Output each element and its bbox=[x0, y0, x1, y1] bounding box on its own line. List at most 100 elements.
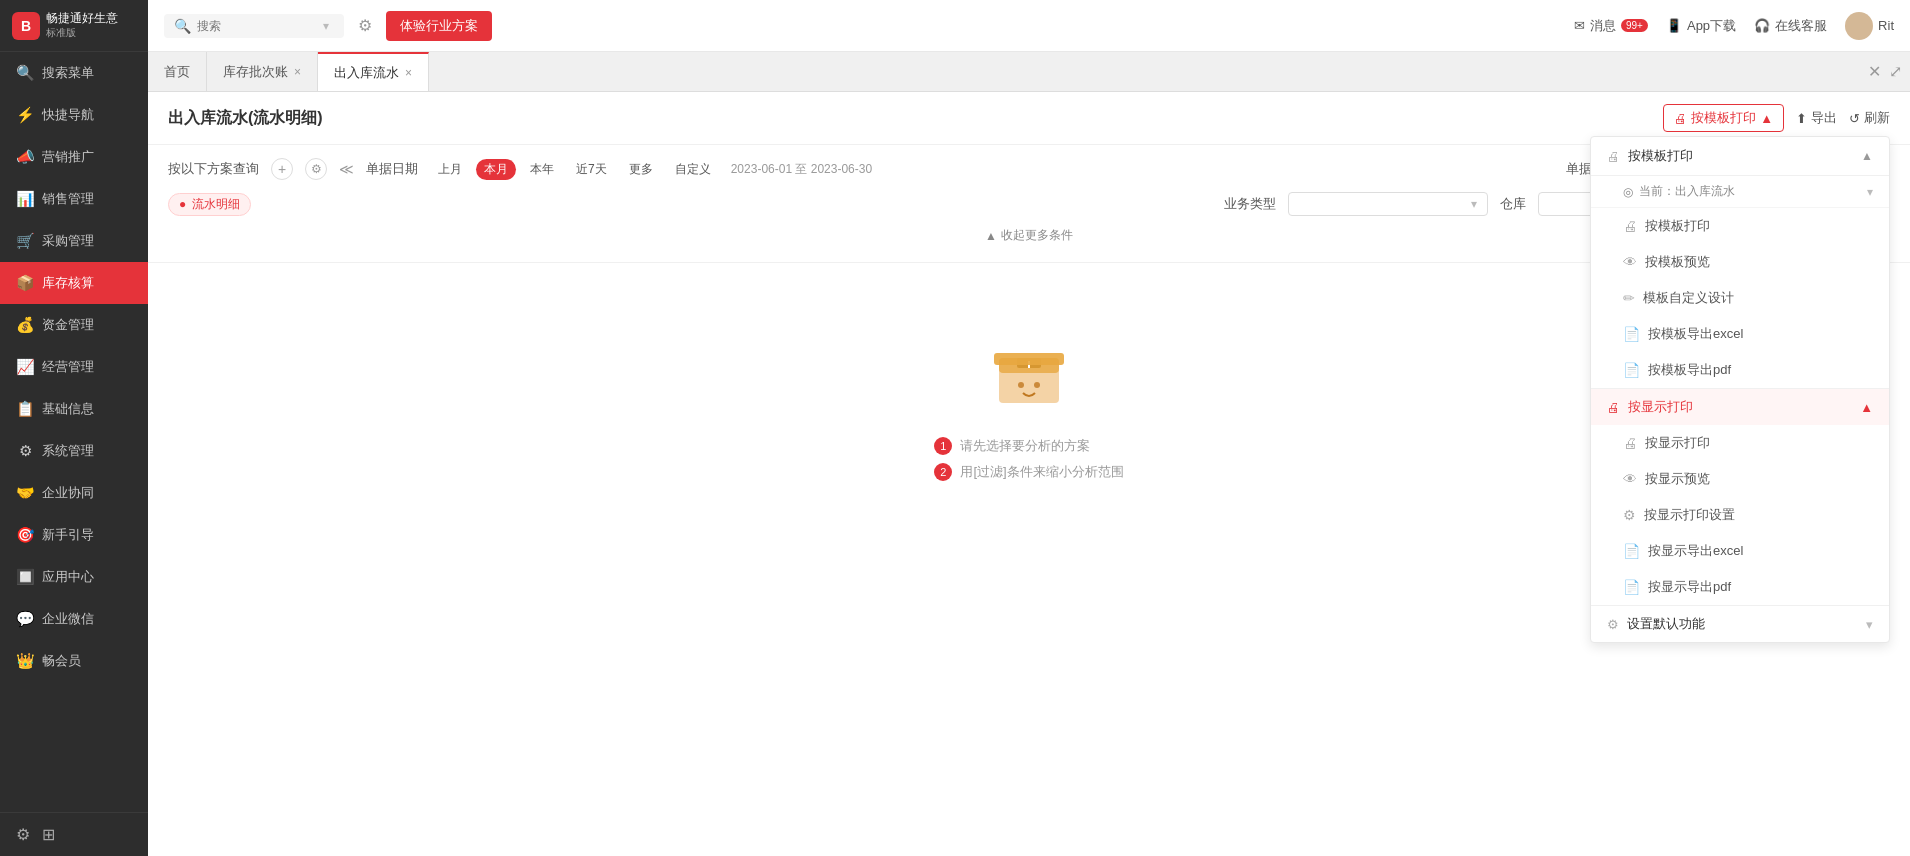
display-preview-label: 按显示预览 bbox=[1645, 470, 1710, 488]
tab-batch-account-close[interactable]: × bbox=[294, 66, 301, 78]
current-template-indicator: ◎ 当前：出入库流水 ▾ bbox=[1591, 176, 1889, 208]
display-print-header-icon: 🖨 bbox=[1607, 400, 1620, 415]
dropdown-item-display-print[interactable]: 🖨 按显示打印 bbox=[1591, 425, 1889, 461]
date-btn-more[interactable]: 更多 bbox=[621, 159, 661, 180]
tab-home-label: 首页 bbox=[164, 63, 190, 81]
svg-point-5 bbox=[1018, 382, 1024, 388]
sidebar-item-search[interactable]: 🔍 搜索菜单 bbox=[0, 52, 148, 94]
tab-flow[interactable]: 出入库流水 × bbox=[318, 52, 429, 91]
template-custom-icon: ✏ bbox=[1623, 290, 1635, 306]
sidebar-item-app-center[interactable]: 🔲 应用中心 bbox=[0, 556, 148, 598]
date-btn-7-days[interactable]: 近7天 bbox=[568, 159, 615, 180]
date-btn-this-year[interactable]: 本年 bbox=[522, 159, 562, 180]
print-template-button[interactable]: 🖨 按模板打印 ▲ bbox=[1663, 104, 1784, 132]
sidebar-item-wechat[interactable]: 💬 企业微信 bbox=[0, 598, 148, 640]
message-button[interactable]: ✉ 消息 99+ bbox=[1574, 17, 1648, 35]
sidebar-bottom: ⚙ ⊞ bbox=[0, 812, 148, 856]
filter-settings-button[interactable]: ⚙ bbox=[305, 158, 327, 180]
sidebar-label-member: 畅会员 bbox=[42, 652, 81, 670]
sidebar-label-purchase: 采购管理 bbox=[42, 232, 94, 250]
dropdown-item-display-settings[interactable]: ⚙ 按显示打印设置 bbox=[1591, 497, 1889, 533]
sidebar-item-basic[interactable]: 📋 基础信息 bbox=[0, 388, 148, 430]
dropdown-item-display-excel[interactable]: 📄 按显示导出excel bbox=[1591, 533, 1889, 569]
template-pdf-icon: 📄 bbox=[1623, 362, 1640, 378]
template-custom-label: 模板自定义设计 bbox=[1643, 289, 1734, 307]
sidebar-item-finance[interactable]: 💰 资金管理 bbox=[0, 304, 148, 346]
sidebar-item-member[interactable]: 👑 畅会员 bbox=[0, 640, 148, 682]
collapse-more-conditions[interactable]: ▲ 收起更多条件 bbox=[985, 227, 1073, 244]
finance-icon: 💰 bbox=[16, 316, 34, 334]
refresh-button[interactable]: ↺ 刷新 bbox=[1849, 109, 1890, 127]
sidebar-label-sales: 销售管理 bbox=[42, 190, 94, 208]
sidebar-label-guide: 新手引导 bbox=[42, 526, 94, 544]
tab-home[interactable]: 首页 bbox=[148, 52, 207, 91]
sidebar-item-system[interactable]: ⚙ 系统管理 bbox=[0, 430, 148, 472]
search-input[interactable] bbox=[197, 19, 317, 33]
main-area: 🔍 ▾ ⚙ 体验行业方案 ✉ 消息 99+ 📱 App下载 🎧 在线客服 Rit bbox=[148, 0, 1910, 856]
user-name: Rit bbox=[1878, 18, 1894, 33]
filter-tag-item[interactable]: ● 流水明细 bbox=[168, 193, 251, 216]
app-download-button[interactable]: 📱 App下载 bbox=[1666, 17, 1736, 35]
sidebar-item-enterprise[interactable]: 🤝 企业协同 bbox=[0, 472, 148, 514]
enterprise-icon: 🤝 bbox=[16, 484, 34, 502]
biz-type-label: 业务类型 bbox=[1224, 195, 1276, 213]
industry-solution-button[interactable]: 体验行业方案 bbox=[386, 11, 492, 41]
date-btn-last-month[interactable]: 上月 bbox=[430, 159, 470, 180]
tab-batch-account[interactable]: 库存批次账 × bbox=[207, 52, 318, 91]
collapse-up-icon: ▲ bbox=[985, 229, 997, 243]
topbar-gear-icon[interactable]: ⚙ bbox=[358, 16, 372, 35]
wechat-icon: 💬 bbox=[16, 610, 34, 628]
app-center-icon: 🔲 bbox=[16, 568, 34, 586]
export-button[interactable]: ⬆ 导出 bbox=[1796, 109, 1837, 127]
collapse-nav-icon[interactable]: ⊞ bbox=[42, 825, 55, 844]
search-icon: 🔍 bbox=[16, 64, 34, 82]
system-icon: ⚙ bbox=[16, 442, 34, 460]
date-btn-this-month[interactable]: 本月 bbox=[476, 159, 516, 180]
section3-chevron-down: ▾ bbox=[1866, 617, 1873, 632]
dropdown-item-template-preview[interactable]: 👁 按模板预览 bbox=[1591, 244, 1889, 280]
dropdown-item-template-custom[interactable]: ✏ 模板自定义设计 bbox=[1591, 280, 1889, 316]
sidebar-item-inventory[interactable]: 📦 库存核算 bbox=[0, 262, 148, 304]
tab-flow-label: 出入库流水 bbox=[334, 64, 399, 82]
sidebar-logo: B 畅捷通好生意 标准版 bbox=[0, 0, 148, 52]
search-box[interactable]: 🔍 ▾ bbox=[164, 14, 344, 38]
sidebar-item-guide[interactable]: 🎯 新手引导 bbox=[0, 514, 148, 556]
tab-close-all-icon[interactable]: ✕ bbox=[1868, 62, 1881, 81]
dropdown-item-display-pdf[interactable]: 📄 按显示导出pdf bbox=[1591, 569, 1889, 605]
service-icon: 🎧 bbox=[1754, 18, 1770, 33]
sidebar-item-purchase[interactable]: 🛒 采购管理 bbox=[0, 220, 148, 262]
date-filter-group: 上月 本月 本年 近7天 更多 自定义 bbox=[430, 159, 719, 180]
business-type-select[interactable]: ▾ bbox=[1288, 192, 1488, 216]
page-content: 出入库流水(流水明细) 🖨 按模板打印 ▲ ⬆ 导出 ↺ 刷新 bbox=[148, 92, 1910, 856]
display-excel-icon: 📄 bbox=[1623, 543, 1640, 559]
operation-icon: 📈 bbox=[16, 358, 34, 376]
dropdown-section2-header[interactable]: 🖨 按显示打印 ▲ bbox=[1591, 389, 1889, 425]
dropdown-item-display-preview[interactable]: 👁 按显示预览 bbox=[1591, 461, 1889, 497]
tab-expand-icon[interactable]: ⤢ bbox=[1889, 62, 1902, 81]
date-btn-custom[interactable]: 自定义 bbox=[667, 159, 719, 180]
user-avatar-area[interactable]: Rit bbox=[1845, 12, 1894, 40]
settings-gear-icon[interactable]: ⚙ bbox=[16, 825, 30, 844]
user-avatar bbox=[1845, 12, 1873, 40]
dropdown-section1-title: 按模板打印 bbox=[1628, 147, 1693, 165]
dropdown-item-template-print[interactable]: 🖨 按模板打印 bbox=[1591, 208, 1889, 244]
template-preview-icon: 👁 bbox=[1623, 254, 1637, 270]
empty-step-1: 1 请先选择要分析的方案 bbox=[934, 437, 1123, 455]
dropdown-item-template-excel[interactable]: 📄 按模板导出excel bbox=[1591, 316, 1889, 352]
filter-collapse-icon[interactable]: ≪ bbox=[339, 161, 354, 177]
print-header-icon: 🖨 bbox=[1607, 149, 1620, 164]
sidebar-item-quick-nav[interactable]: ⚡ 快捷导航 bbox=[0, 94, 148, 136]
sidebar-item-operation[interactable]: 📈 经营管理 bbox=[0, 346, 148, 388]
filter-add-button[interactable]: + bbox=[271, 158, 293, 180]
dropdown-section1-header[interactable]: 🖨 按模板打印 ▲ bbox=[1591, 137, 1889, 176]
topbar: 🔍 ▾ ⚙ 体验行业方案 ✉ 消息 99+ 📱 App下载 🎧 在线客服 Rit bbox=[148, 0, 1910, 52]
sidebar-item-marketing[interactable]: 📣 营销推广 bbox=[0, 136, 148, 178]
online-service-button[interactable]: 🎧 在线客服 bbox=[1754, 17, 1827, 35]
date-range-display: 2023-06-01 至 2023-06-30 bbox=[731, 161, 872, 178]
dropdown-item-template-pdf[interactable]: 📄 按模板导出pdf bbox=[1591, 352, 1889, 388]
sales-icon: 📊 bbox=[16, 190, 34, 208]
sidebar-item-sales[interactable]: 📊 销售管理 bbox=[0, 178, 148, 220]
dropdown-section3[interactable]: ⚙ 设置默认功能 ▾ bbox=[1591, 606, 1889, 642]
message-badge: 99+ bbox=[1621, 19, 1648, 32]
tab-flow-close[interactable]: × bbox=[405, 67, 412, 79]
